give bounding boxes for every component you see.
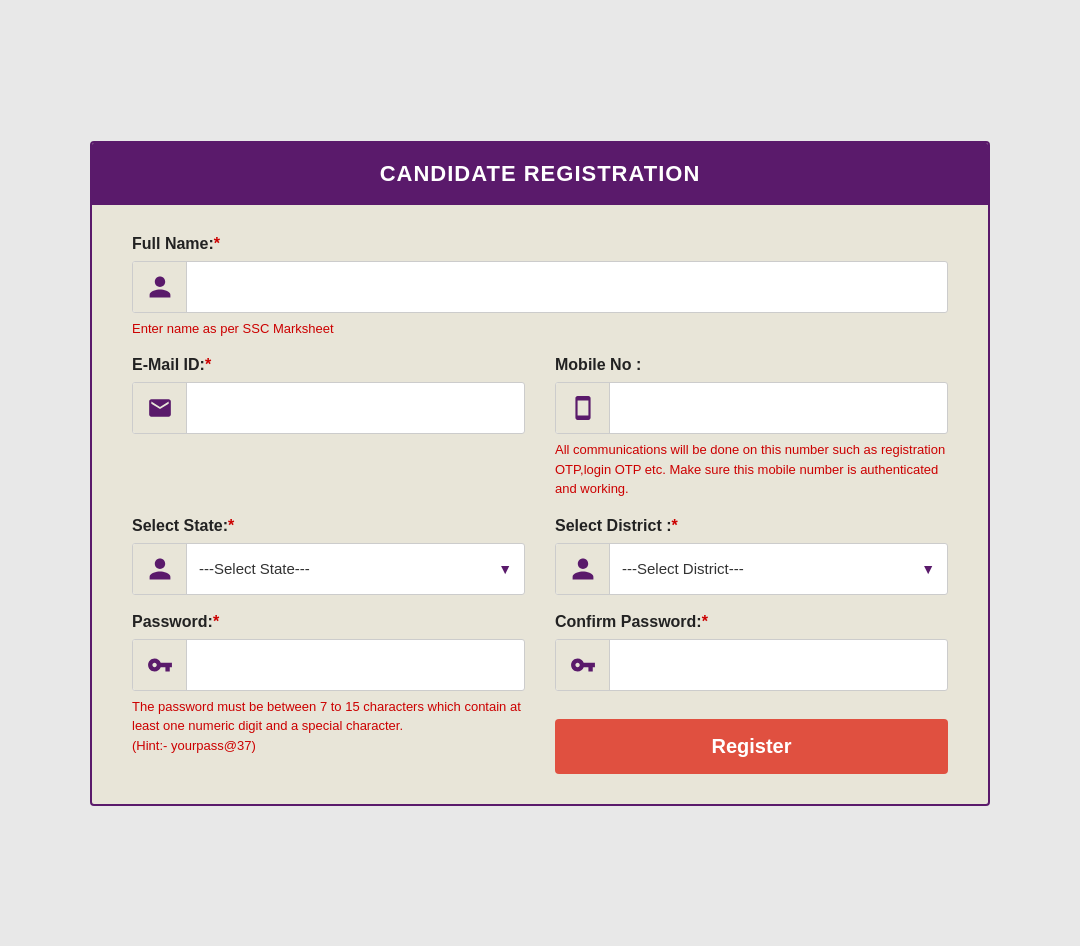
district-col: Select District :* ---Select District---… [555,517,948,595]
title-text: CANDIDATE REGISTRATION [380,161,701,186]
email-icon [133,383,187,433]
password-row: Password:* The password must be between … [132,613,948,774]
confirm-password-input-wrapper [555,639,948,691]
email-input[interactable] [187,383,524,433]
form-title: CANDIDATE REGISTRATION [92,143,988,205]
district-select[interactable]: ---Select District--- [610,544,947,594]
registration-form: CANDIDATE REGISTRATION Full Name:* Enter… [90,141,990,806]
district-label: Select District :* [555,517,948,535]
person-icon [133,262,187,312]
state-district-row: Select State:* ---Select State--- ▼ [132,517,948,595]
form-body: Full Name:* Enter name as per SSC Marksh… [92,205,988,804]
confirm-password-key-icon [556,640,610,690]
mobile-hint: All communications will be done on this … [555,440,948,499]
password-col: Password:* The password must be between … [132,613,525,756]
email-mobile-row: E-Mail ID:* Mobile No : [132,356,948,499]
district-select-wrapper: ---Select District--- ▼ [555,543,948,595]
email-input-wrapper [132,382,525,434]
confirm-password-col: Confirm Password:* Register [555,613,948,774]
state-select[interactable]: ---Select State--- [187,544,524,594]
password-input[interactable] [187,640,524,690]
full-name-group: Full Name:* Enter name as per SSC Marksh… [132,235,948,339]
mobile-input[interactable] [610,383,947,433]
confirm-password-label: Confirm Password:* [555,613,948,631]
mobile-col: Mobile No : All communications will be d… [555,356,948,499]
confirm-password-input[interactable] [610,640,947,690]
password-key-icon [133,640,187,690]
state-select-wrapper: ---Select State--- ▼ [132,543,525,595]
state-col: Select State:* ---Select State--- ▼ [132,517,525,595]
mobile-label: Mobile No : [555,356,948,374]
password-hint: The password must be between 7 to 15 cha… [132,697,525,756]
full-name-label: Full Name:* [132,235,948,253]
mobile-input-wrapper [555,382,948,434]
full-name-input-wrapper [132,261,948,313]
district-person-icon [556,544,610,594]
password-input-wrapper [132,639,525,691]
full-name-hint: Enter name as per SSC Marksheet [132,319,948,339]
state-label: Select State:* [132,517,525,535]
full-name-input[interactable] [187,262,947,312]
mobile-icon [556,383,610,433]
email-col: E-Mail ID:* [132,356,525,499]
email-label: E-Mail ID:* [132,356,525,374]
register-button[interactable]: Register [555,719,948,774]
password-label: Password:* [132,613,525,631]
state-person-icon [133,544,187,594]
